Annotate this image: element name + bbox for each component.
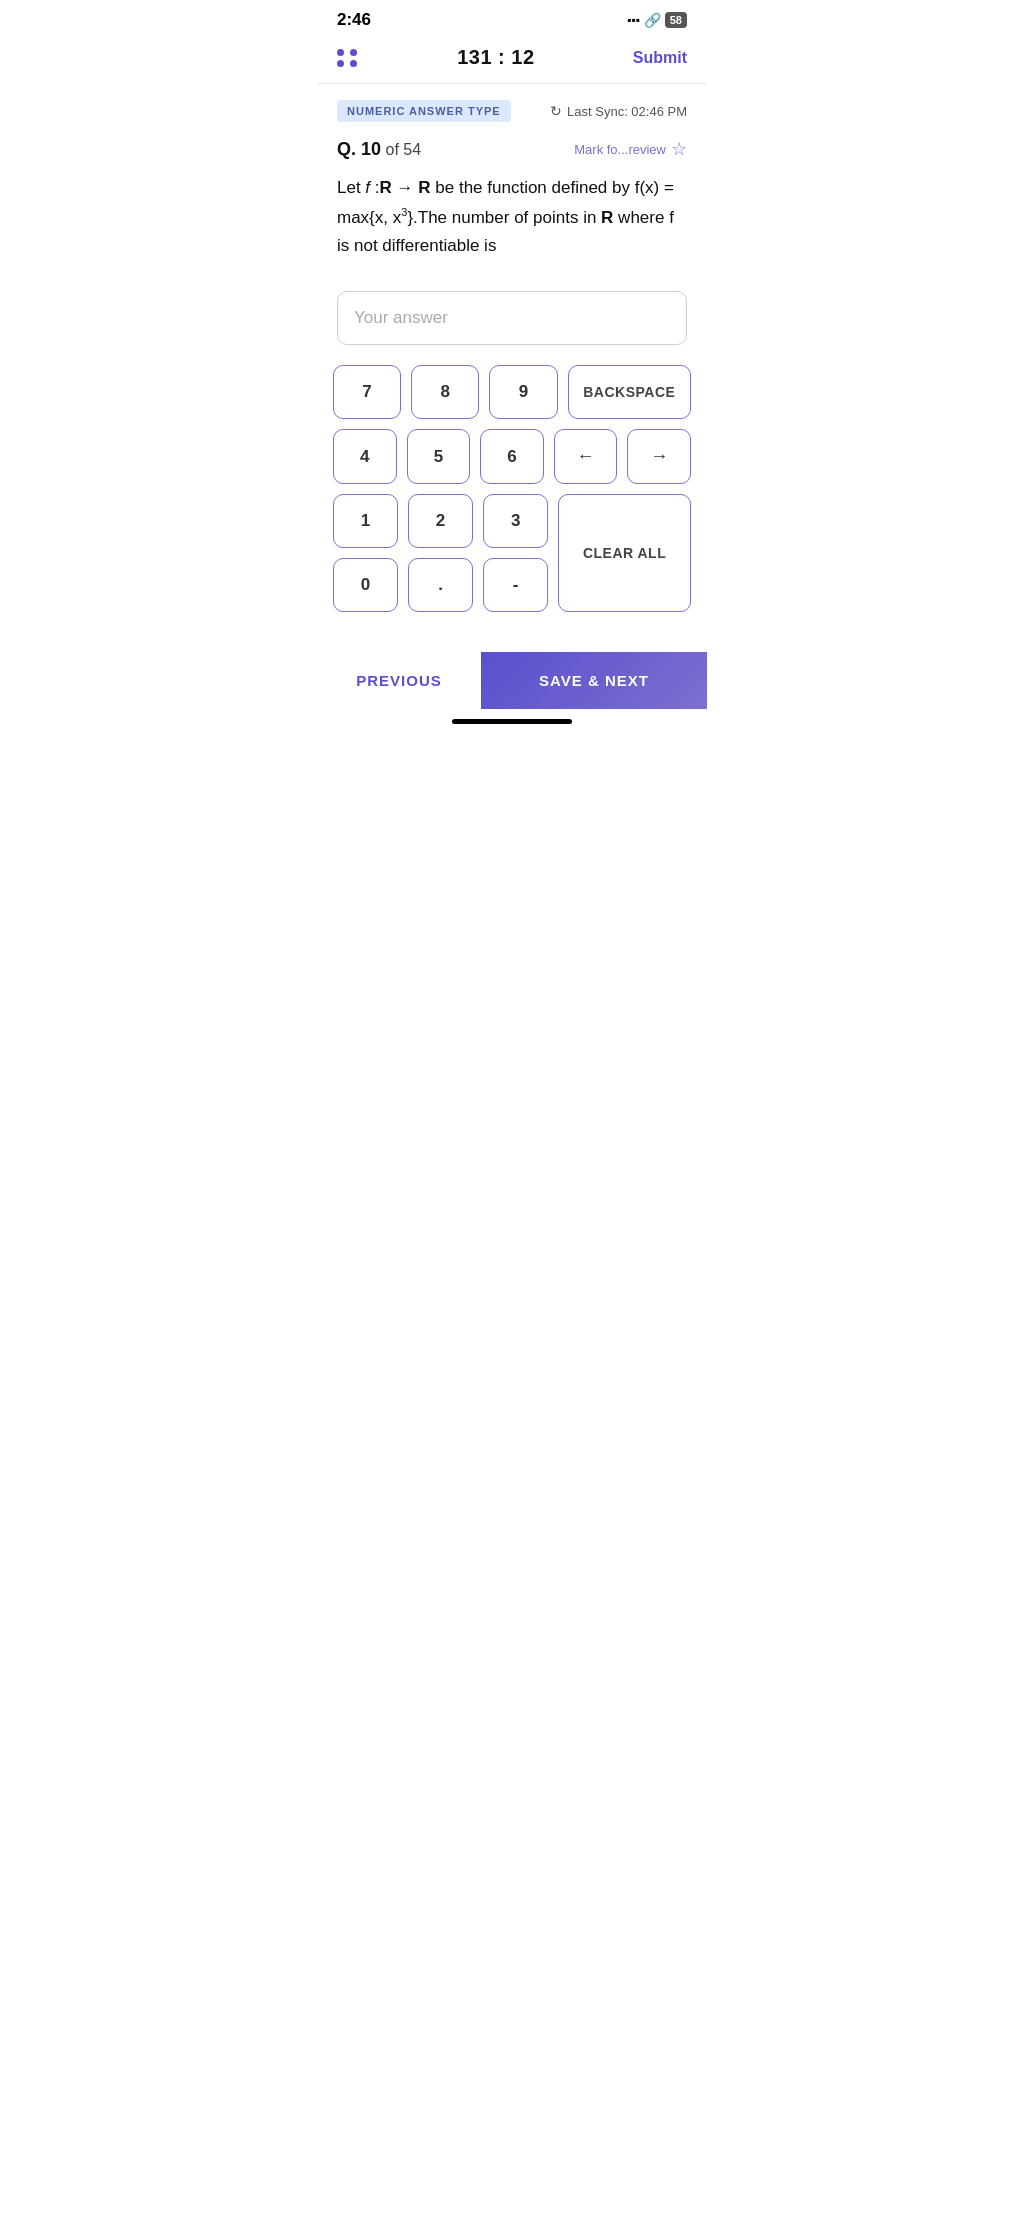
mark-review-label: Mark fo...review <box>574 142 666 157</box>
q-total: of 54 <box>385 141 421 158</box>
key-5[interactable]: 5 <box>407 429 471 484</box>
key-minus[interactable]: - <box>483 558 548 612</box>
key-8[interactable]: 8 <box>411 365 479 419</box>
answer-input-container[interactable] <box>337 291 687 345</box>
status-bar: 2:46 ▪▪▪ 🔗 58 <box>317 0 707 36</box>
bottom-nav: PREVIOUS SAVE & NEXT <box>317 652 707 709</box>
dot-1 <box>337 49 344 56</box>
keypad-left-col: 1 2 3 0 . - <box>333 494 548 612</box>
dot-2 <box>350 49 357 56</box>
right-arrow-button[interactable]: → <box>627 429 691 484</box>
save-next-button[interactable]: SAVE & NEXT <box>481 652 707 709</box>
status-time: 2:46 <box>337 10 371 30</box>
keypad-row-2: 4 5 6 ← → <box>333 429 691 484</box>
key-7[interactable]: 7 <box>333 365 401 419</box>
question-number: Q. 10 of 54 <box>337 139 421 160</box>
keypad: 7 8 9 BACKSPACE 4 5 6 ← → 1 2 3 0 . - <box>317 365 707 632</box>
answer-input[interactable] <box>354 308 670 328</box>
home-indicator <box>452 719 572 724</box>
keypad-row-1: 7 8 9 BACKSPACE <box>333 365 691 419</box>
key-4[interactable]: 4 <box>333 429 397 484</box>
key-9[interactable]: 9 <box>489 365 557 419</box>
key-3[interactable]: 3 <box>483 494 548 548</box>
battery-badge: 58 <box>665 12 687 28</box>
badge-row: NUMERIC ANSWER TYPE ↻ Last Sync: 02:46 P… <box>317 100 707 138</box>
dot-3 <box>337 60 344 67</box>
link-icon: 🔗 <box>644 12 661 28</box>
answer-type-badge: NUMERIC ANSWER TYPE <box>337 100 511 122</box>
clear-all-button[interactable]: CLEAR ALL <box>558 494 691 612</box>
key-1[interactable]: 1 <box>333 494 398 548</box>
keypad-row-3: 1 2 3 <box>333 494 548 548</box>
left-arrow-button[interactable]: ← <box>554 429 618 484</box>
key-dot[interactable]: . <box>408 558 473 612</box>
signal-icon: ▪▪▪ <box>627 13 640 27</box>
star-icon: ☆ <box>671 138 687 160</box>
key-0[interactable]: 0 <box>333 558 398 612</box>
menu-dots[interactable] <box>337 49 359 67</box>
keypad-last-group: 1 2 3 0 . - CLEAR ALL <box>333 494 691 612</box>
q-number: Q. 10 <box>337 139 381 159</box>
key-2[interactable]: 2 <box>408 494 473 548</box>
header: 131 : 12 Submit <box>317 36 707 83</box>
header-title: 131 : 12 <box>457 46 534 69</box>
sync-icon: ↻ <box>550 103 562 119</box>
keypad-row-4: 0 . - <box>333 558 548 612</box>
question-body: Let f :R → R be the function defined by … <box>317 174 707 281</box>
mark-review-button[interactable]: Mark fo...review ☆ <box>574 138 687 160</box>
submit-button[interactable]: Submit <box>633 49 687 67</box>
key-6[interactable]: 6 <box>480 429 544 484</box>
sync-info: ↻ Last Sync: 02:46 PM <box>550 103 687 119</box>
question-meta: Q. 10 of 54 Mark fo...review ☆ <box>317 138 707 174</box>
header-divider <box>317 83 707 84</box>
previous-button[interactable]: PREVIOUS <box>317 652 481 709</box>
sync-label: Last Sync: 02:46 PM <box>567 104 687 119</box>
keypad-right-col: CLEAR ALL <box>558 494 691 612</box>
status-icons: ▪▪▪ 🔗 58 <box>627 12 687 28</box>
backspace-button[interactable]: BACKSPACE <box>568 365 691 419</box>
dot-4 <box>350 60 357 67</box>
